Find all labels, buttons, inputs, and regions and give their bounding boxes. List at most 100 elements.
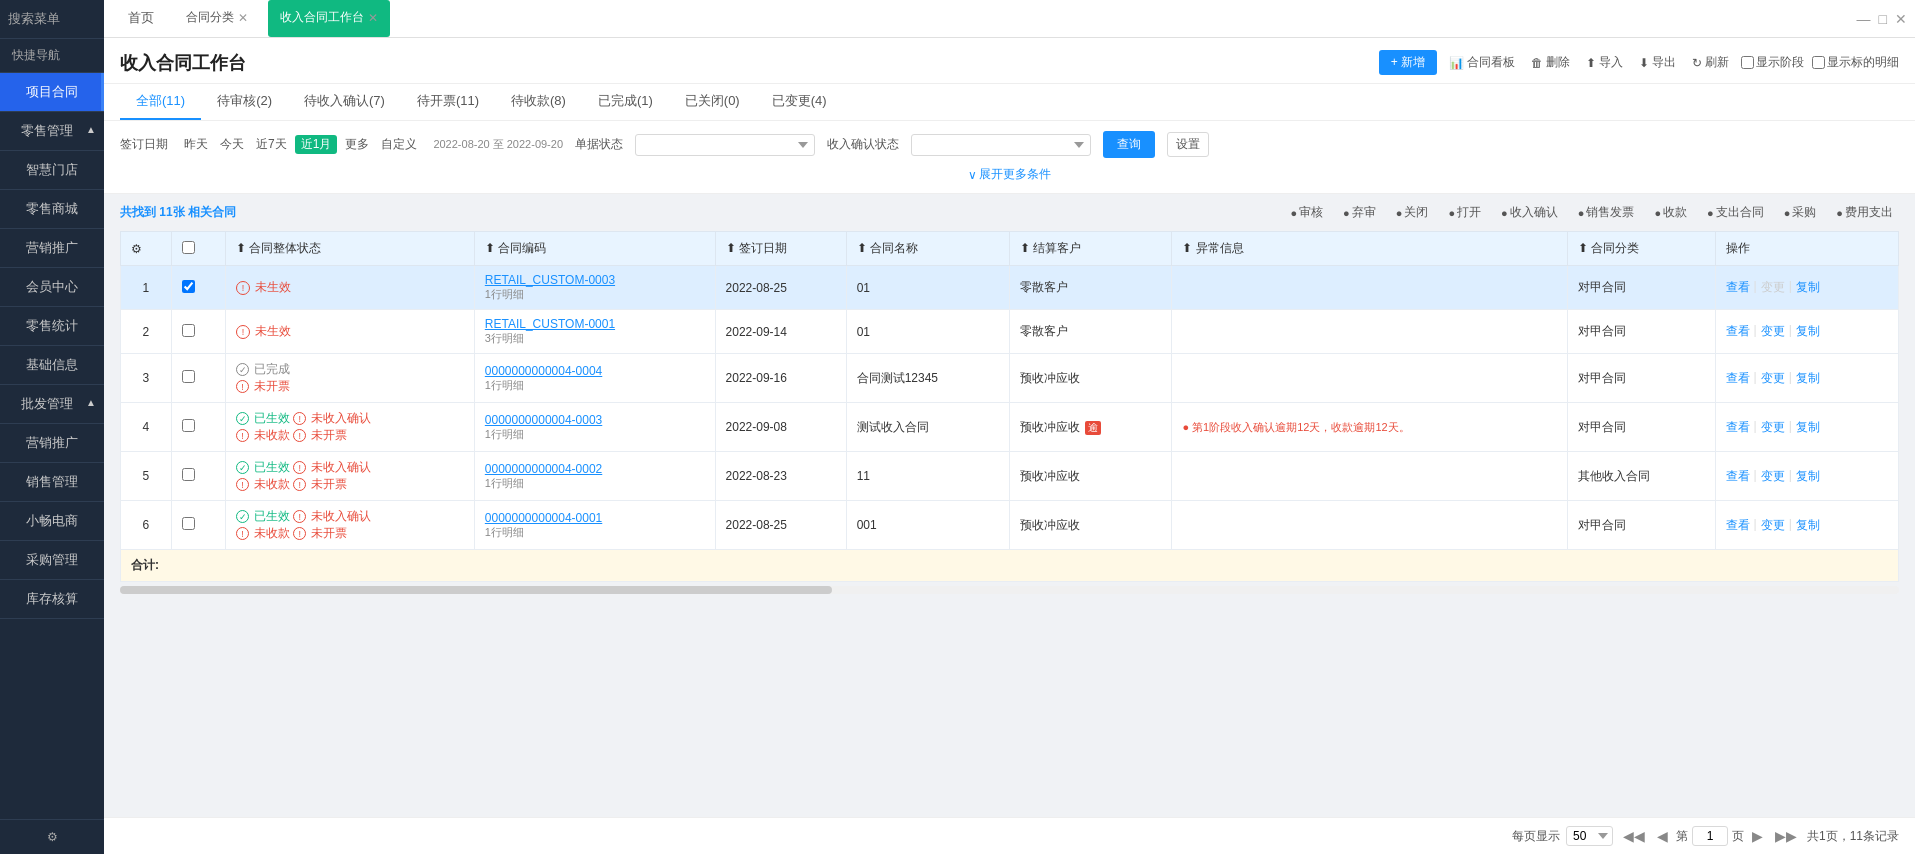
tab-contract-category-close[interactable]: ✕ [238, 11, 248, 25]
sidebar-item-smart_store[interactable]: 智慧门店 [0, 151, 104, 190]
table-action-abandon[interactable]: ●弃审 [1337, 202, 1382, 223]
sidebar-item-marketing[interactable]: 营销推广 [0, 229, 104, 268]
horizontal-scrollbar[interactable] [120, 586, 1899, 594]
cell-code[interactable]: RETAIL_CUSTOM-00013行明细 [474, 310, 715, 354]
cell-code[interactable]: RETAIL_CUSTOM-00031行明细 [474, 266, 715, 310]
expand-conditions-btn[interactable]: ∨ 展开更多条件 [968, 166, 1051, 183]
filter-tab-changed[interactable]: 已变更(4) [756, 84, 843, 120]
sidebar-item-base_info[interactable]: 基础信息 [0, 346, 104, 385]
date-shortcut-today[interactable]: 今天 [216, 135, 248, 154]
row-checkbox-2[interactable] [182, 370, 195, 383]
action-复制[interactable]: 复制 [1796, 323, 1820, 340]
contract-code-link[interactable]: 0000000000004-0004 [485, 364, 602, 378]
sidebar-item-retail_stats[interactable]: 零售统计 [0, 307, 104, 346]
contract-code-link[interactable]: 0000000000004-0001 [485, 511, 602, 525]
window-maximize[interactable]: □ [1879, 11, 1887, 27]
contract-code-link[interactable]: RETAIL_CUSTOM-0003 [485, 273, 615, 287]
action-复制[interactable]: 复制 [1796, 370, 1820, 387]
new-button[interactable]: + 新增 [1379, 50, 1437, 75]
tab-income-workbench[interactable]: 收入合同工作台 ✕ [268, 0, 390, 37]
page-number-input[interactable] [1692, 826, 1728, 846]
cell-code[interactable]: 0000000000004-00041行明细 [474, 354, 715, 403]
action-复制[interactable]: 复制 [1796, 517, 1820, 534]
action-复制[interactable]: 复制 [1796, 468, 1820, 485]
sidebar-search[interactable]: 搜索菜单 [0, 0, 104, 39]
last-page-btn[interactable]: ▶▶ [1771, 828, 1801, 844]
page-size-select[interactable]: 102050100 [1566, 826, 1613, 846]
sidebar-item-sales_mgmt[interactable]: 销售管理 [0, 463, 104, 502]
action-复制[interactable]: 复制 [1796, 419, 1820, 436]
action-变更[interactable]: 变更 [1761, 419, 1785, 436]
table-action-print[interactable]: ●打开 [1442, 202, 1487, 223]
show-marks-input[interactable] [1812, 56, 1825, 69]
sidebar-item-retail_mall[interactable]: 零售商城 [0, 190, 104, 229]
action-查看[interactable]: 查看 [1726, 517, 1750, 534]
next-page-btn[interactable]: ▶ [1748, 828, 1767, 844]
doc-status-select[interactable] [635, 134, 815, 156]
row-checkbox-3[interactable] [182, 419, 195, 432]
sidebar-item-project[interactable]: 项目合同 [0, 73, 104, 112]
date-shortcut-last7[interactable]: 近7天 [252, 135, 291, 154]
date-shortcut-custom[interactable]: 自定义 [377, 135, 421, 154]
row-checkbox-4[interactable] [182, 468, 195, 481]
sidebar-item-marketing2[interactable]: 营销推广 [0, 424, 104, 463]
tab-contract-category[interactable]: 合同分类 ✕ [170, 0, 264, 37]
cell-checkbox[interactable] [171, 310, 225, 354]
window-minimize[interactable]: — [1857, 11, 1871, 27]
table-action-sales_invoice[interactable]: ●销售发票 [1572, 202, 1641, 223]
table-action-expense[interactable]: ●费用支出 [1830, 202, 1899, 223]
contract-code-link[interactable]: 0000000000004-0003 [485, 413, 602, 427]
sidebar-item-member[interactable]: 会员中心 [0, 268, 104, 307]
filter-tab-pending_income_confirm[interactable]: 待收入确认(7) [288, 84, 401, 120]
date-shortcut-more[interactable]: 更多 [341, 135, 373, 154]
filter-tab-closed[interactable]: 已关闭(0) [669, 84, 756, 120]
action-复制[interactable]: 复制 [1796, 279, 1820, 296]
cell-checkbox[interactable] [171, 403, 225, 452]
date-shortcut-last1month[interactable]: 近1月 [295, 135, 338, 154]
action-变更[interactable]: 变更 [1761, 517, 1785, 534]
row-checkbox-5[interactable] [182, 517, 195, 530]
delete-button[interactable]: 🗑 删除 [1527, 52, 1574, 73]
filter-tab-pending_invoice[interactable]: 待开票(11) [401, 84, 495, 120]
sidebar-settings[interactable]: ⚙ [0, 819, 104, 854]
table-action-payment[interactable]: ●收款 [1648, 202, 1693, 223]
cell-checkbox[interactable] [171, 501, 225, 550]
sidebar-item-purchase[interactable]: 采购管理 [0, 541, 104, 580]
scrollbar-thumb[interactable] [120, 586, 832, 594]
window-close[interactable]: ✕ [1895, 11, 1907, 27]
row-checkbox-1[interactable] [182, 324, 195, 337]
show-fields-input[interactable] [1741, 56, 1754, 69]
refresh-button[interactable]: ↻ 刷新 [1688, 52, 1733, 73]
table-action-close[interactable]: ●关闭 [1390, 202, 1435, 223]
first-page-btn[interactable]: ◀◀ [1619, 828, 1649, 844]
settings-icon[interactable]: ⚙ [131, 242, 142, 256]
filter-tab-all[interactable]: 全部(11) [120, 84, 201, 120]
contract-code-link[interactable]: RETAIL_CUSTOM-0001 [485, 317, 615, 331]
sidebar-item-xiaochang[interactable]: 小畅电商 [0, 502, 104, 541]
sidebar-quick-nav[interactable]: 快捷导航 [0, 39, 104, 73]
col-header-checkbox[interactable] [171, 232, 225, 266]
contract-code-link[interactable]: 0000000000004-0002 [485, 462, 602, 476]
income-confirm-select[interactable] [911, 134, 1091, 156]
action-查看[interactable]: 查看 [1726, 370, 1750, 387]
cell-checkbox[interactable] [171, 266, 225, 310]
row-checkbox-0[interactable] [182, 280, 195, 293]
action-查看[interactable]: 查看 [1726, 323, 1750, 340]
show-fields-checkbox[interactable]: 显示阶段 [1741, 54, 1804, 71]
sidebar-item-inventory[interactable]: 库存核算 [0, 580, 104, 619]
prev-page-btn[interactable]: ◀ [1653, 828, 1672, 844]
cell-checkbox[interactable] [171, 452, 225, 501]
show-marks-checkbox[interactable]: 显示标的明细 [1812, 54, 1899, 71]
settings-button[interactable]: 设置 [1167, 132, 1209, 157]
sidebar-item-retail[interactable]: 零售管理▲ [0, 112, 104, 151]
sidebar-item-wholesale[interactable]: 批发管理▲ [0, 385, 104, 424]
filter-tab-completed[interactable]: 已完成(1) [582, 84, 669, 120]
contract-panel-button[interactable]: 📊 合同看板 [1445, 52, 1519, 73]
cell-actions[interactable]: 查看 | 变更 | 复制 [1715, 354, 1898, 403]
cell-code[interactable]: 0000000000004-00011行明细 [474, 501, 715, 550]
cell-actions[interactable]: 查看 | 变更 | 复制 [1715, 501, 1898, 550]
cell-checkbox[interactable] [171, 354, 225, 403]
table-action-purchase_contract[interactable]: ●支出合同 [1701, 202, 1770, 223]
table-action-income_confirm[interactable]: ●收入确认 [1495, 202, 1564, 223]
filter-tab-pending_payment[interactable]: 待收款(8) [495, 84, 582, 120]
